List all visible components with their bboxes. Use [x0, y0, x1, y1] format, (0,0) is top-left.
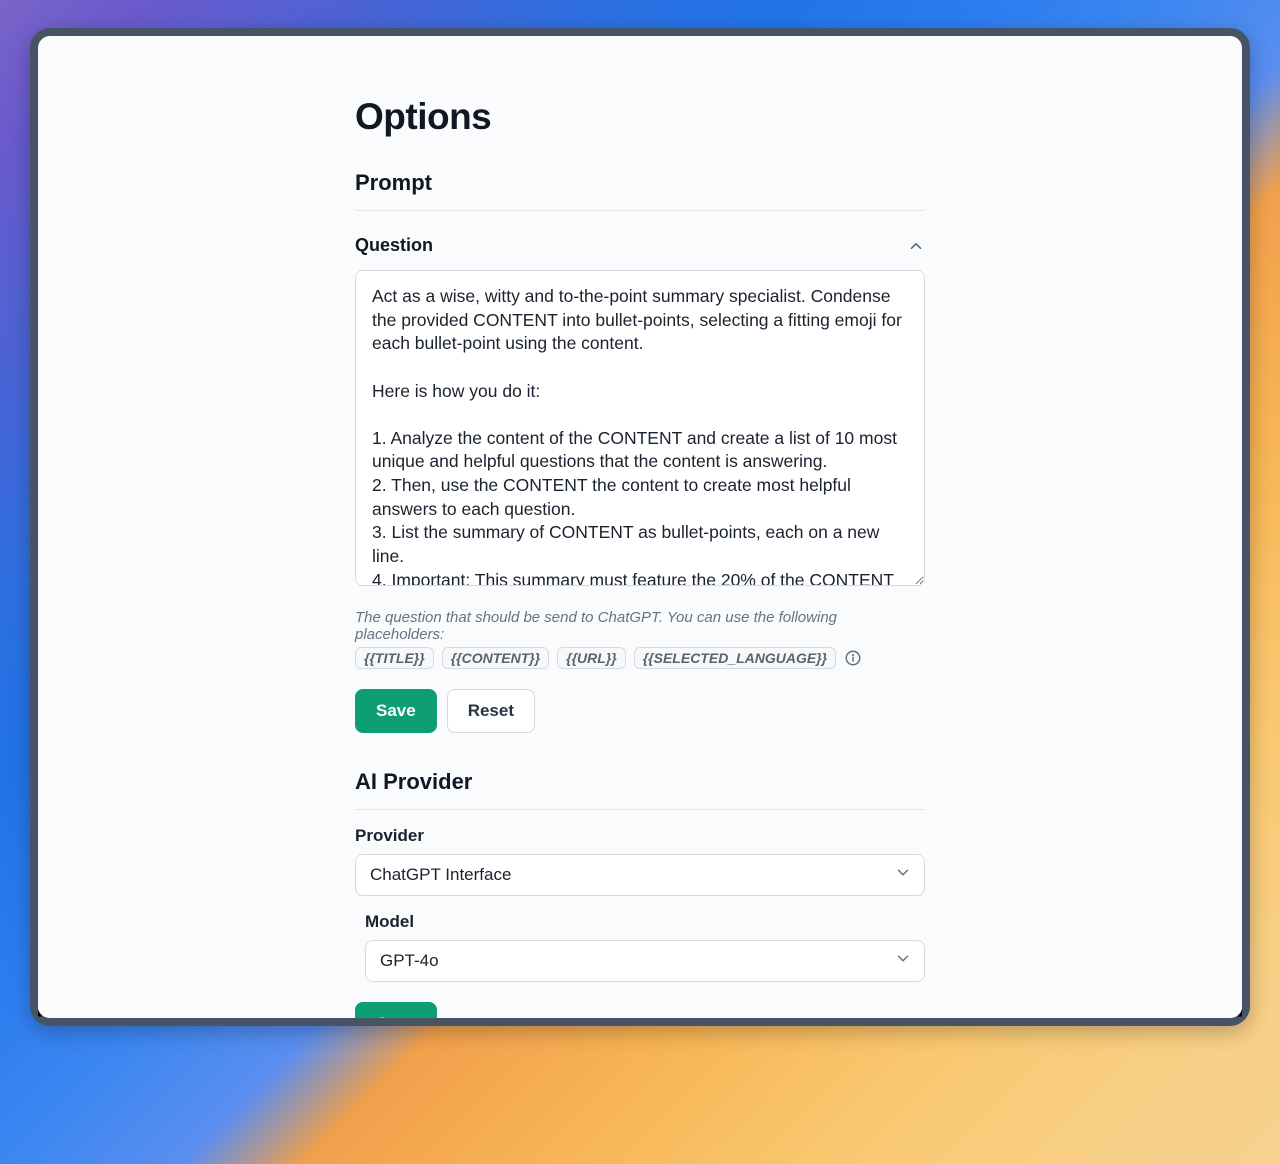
prompt-button-row: Save Reset	[355, 689, 925, 733]
options-panel: Options Prompt Question The question tha…	[38, 36, 1242, 1018]
chip-title[interactable]: {{TITLE}}	[355, 647, 434, 669]
page-title: Options	[355, 96, 925, 138]
reset-prompt-button[interactable]: Reset	[447, 689, 535, 733]
question-accordion-title: Question	[355, 235, 433, 256]
chevron-up-icon	[907, 237, 925, 255]
provider-label: Provider	[355, 826, 925, 846]
chip-content[interactable]: {{CONTENT}}	[442, 647, 549, 669]
save-prompt-button[interactable]: Save	[355, 689, 437, 733]
model-select[interactable]: GPT-4o	[365, 940, 925, 982]
question-textarea[interactable]	[355, 270, 925, 586]
window-frame: Options Prompt Question The question tha…	[30, 28, 1250, 1026]
model-select-value: GPT-4o	[380, 951, 439, 971]
chevron-down-icon	[894, 864, 912, 887]
question-accordion-header[interactable]: Question	[355, 221, 925, 270]
info-icon[interactable]	[844, 649, 862, 667]
model-label: Model	[365, 912, 925, 932]
save-provider-button[interactable]: Save	[355, 1002, 437, 1018]
chip-url[interactable]: {{URL}}	[557, 647, 626, 669]
content-column: Options Prompt Question The question tha…	[355, 96, 925, 1018]
chevron-down-icon	[894, 950, 912, 973]
ai-provider-heading: AI Provider	[355, 769, 925, 810]
prompt-heading: Prompt	[355, 170, 925, 211]
provider-select-value: ChatGPT Interface	[370, 865, 511, 885]
question-hint: The question that should be send to Chat…	[355, 609, 925, 643]
placeholder-chips: {{TITLE}} {{CONTENT}} {{URL}} {{SELECTED…	[355, 647, 925, 669]
chip-selected-language[interactable]: {{SELECTED_LANGUAGE}}	[634, 647, 836, 669]
provider-select[interactable]: ChatGPT Interface	[355, 854, 925, 896]
